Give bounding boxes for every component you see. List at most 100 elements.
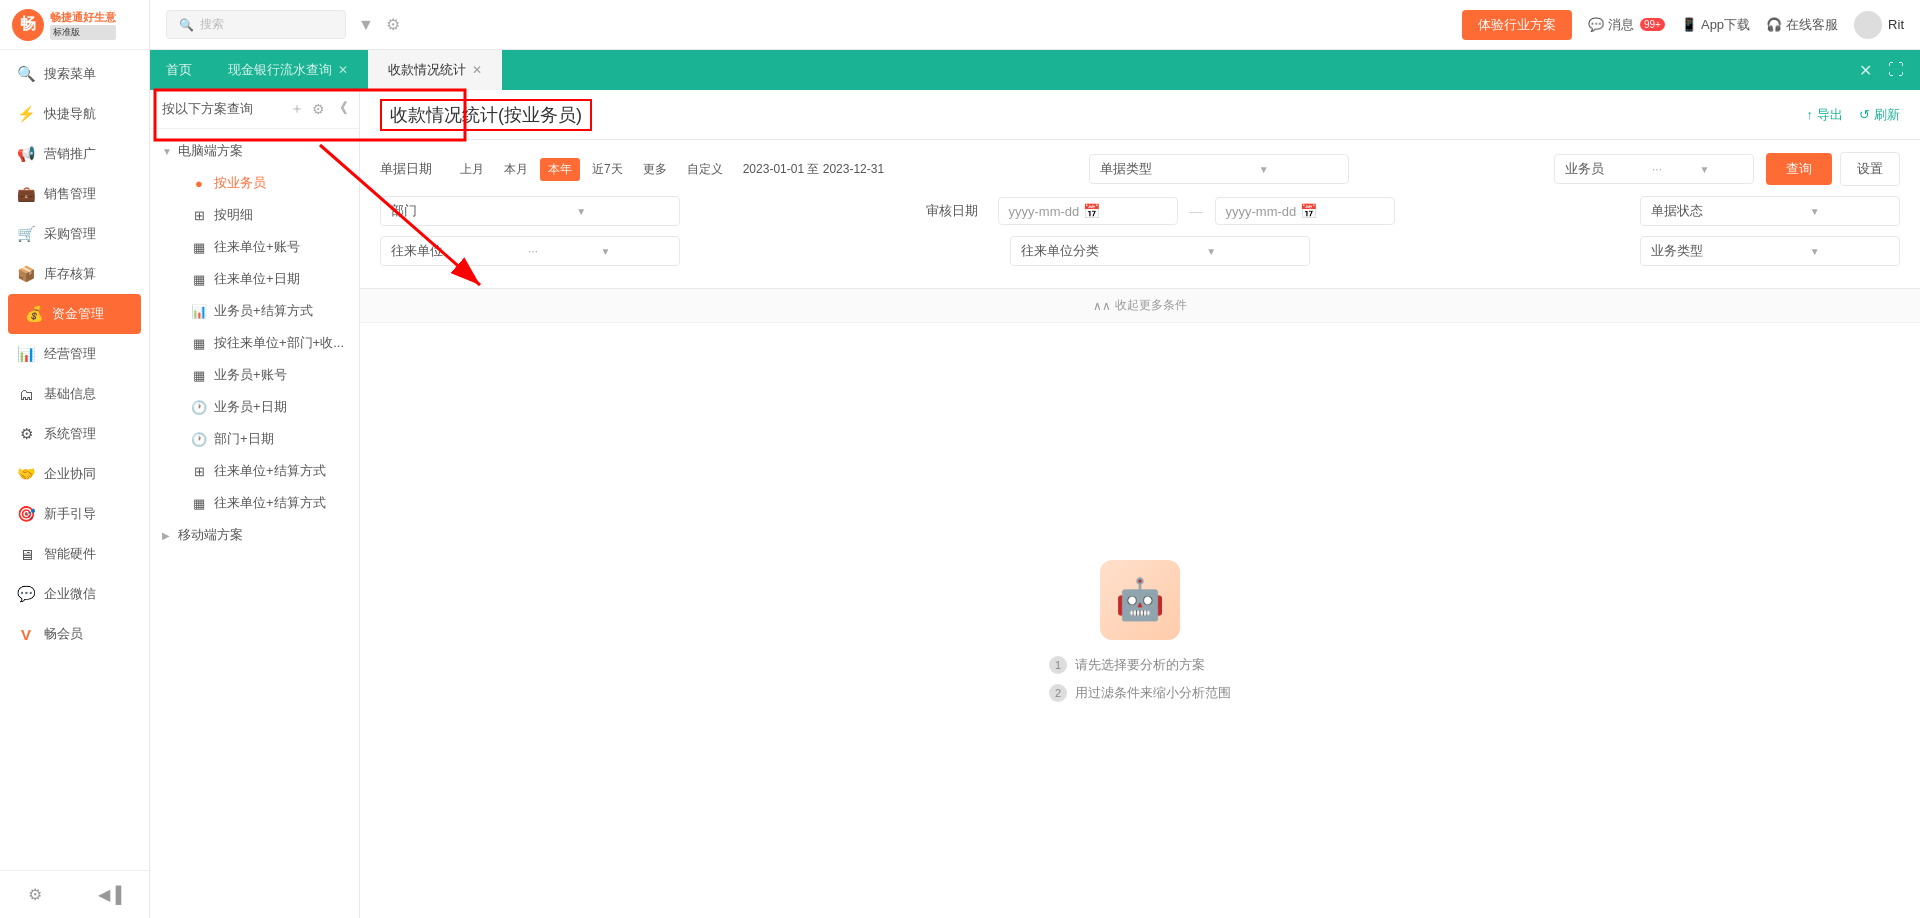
biz-type-select[interactable]: 业务类型 ▼ — [1640, 236, 1900, 266]
tabbar: 首页 现金银行流水查询 ✕ 收款情况统计 ✕ ✕ ⛶ — [150, 50, 1920, 90]
add-plan-icon[interactable]: ＋ — [290, 100, 304, 118]
app-download-btn[interactable]: 📱 App下载 — [1681, 16, 1750, 34]
service-icon: 🎧 — [1766, 17, 1782, 32]
left-panel-header: 按以下方案查询 ＋ ⚙ 《 — [150, 90, 359, 129]
date-tab-7days[interactable]: 近7天 — [584, 158, 631, 181]
tree-item-dept-date[interactable]: 🕐 部门+日期 — [178, 423, 359, 455]
tree-node-pc[interactable]: ▼ 电脑端方案 — [150, 135, 359, 167]
partner-category-arrow-icon: ▼ — [1206, 246, 1299, 257]
sidebar-item-finance[interactable]: 💰 资金管理 — [8, 294, 141, 334]
close-window-icon[interactable]: ✕ — [1859, 61, 1872, 80]
partner-arrow-icon: ▼ — [601, 246, 670, 257]
review-date-start[interactable]: yyyy-mm-dd 📅 — [998, 197, 1178, 225]
doc-type-select[interactable]: 单据类型 ▼ — [1089, 154, 1349, 184]
search-bar-icon: 🔍 — [179, 18, 194, 32]
calendar-start-icon[interactable]: 📅 — [1083, 203, 1100, 219]
sidebar-item-guide[interactable]: 🎯 新手引导 — [0, 494, 149, 534]
refresh-btn[interactable]: ↺ 刷新 — [1859, 106, 1900, 124]
gear-icon[interactable]: ⚙ — [386, 15, 400, 34]
sidebar-item-purchase[interactable]: 🛒 采购管理 — [0, 214, 149, 254]
doc-status-select[interactable]: 单据状态 ▼ — [1640, 196, 1900, 226]
filter-row-3: 往来单位 ··· ▼ 往来单位分类 ▼ 业务类型 — [380, 236, 1900, 266]
salesperson-arrow-icon: ▼ — [1700, 164, 1744, 175]
notification-icon: 💬 — [1588, 17, 1604, 32]
salesperson-icon: ● — [190, 176, 208, 191]
empty-illustration: 🤖 — [1080, 540, 1200, 640]
online-service-btn[interactable]: 🎧 在线客服 — [1766, 16, 1838, 34]
collapse-bar[interactable]: ∧∧ 收起更多条件 — [360, 289, 1920, 323]
partner-category-select[interactable]: 往来单位分类 ▼ — [1010, 236, 1310, 266]
settings-btn[interactable]: 设置 — [1840, 152, 1900, 186]
dropdown-arrow-icon[interactable]: ▼ — [358, 16, 374, 34]
robot-icon: 🤖 — [1100, 560, 1180, 640]
sidebar-item-system[interactable]: ⚙ 系统管理 — [0, 414, 149, 454]
tree-item-unit-settle2[interactable]: ▦ 往来单位+结算方式 — [178, 487, 359, 519]
dept-arrow-icon: ▼ — [576, 206, 669, 217]
tree-item-by-detail[interactable]: ⊞ 按明细 — [178, 199, 359, 231]
tabbar-right: ✕ ⛶ — [1859, 61, 1920, 80]
tree-item-unit-date[interactable]: ▦ 往来单位+日期 — [178, 263, 359, 295]
query-btn[interactable]: 查询 — [1766, 153, 1832, 185]
tab-home[interactable]: 首页 — [150, 50, 208, 90]
export-btn[interactable]: ↑ 导出 — [1807, 106, 1844, 124]
empty-state: 🤖 1 请先选择要分析的方案 2 用过滤条件来缩小分析范围 — [360, 323, 1920, 918]
sidebar-item-operations[interactable]: 📊 经营管理 — [0, 334, 149, 374]
tab-collection-close[interactable]: ✕ — [472, 63, 482, 77]
tab-bank[interactable]: 现金银行流水查询 ✕ — [208, 50, 368, 90]
sidebar-item-sales[interactable]: 💼 销售管理 — [0, 174, 149, 214]
sidebar-item-wechat[interactable]: 💬 企业微信 — [0, 574, 149, 614]
unit-dept-icon: ▦ — [190, 336, 208, 351]
doc-status-arrow-icon: ▼ — [1810, 206, 1889, 217]
trial-btn[interactable]: 体验行业方案 — [1462, 10, 1572, 40]
sidebar-item-basic[interactable]: 🗂 基础信息 — [0, 374, 149, 414]
date-tab-thisyear[interactable]: 本年 — [540, 158, 580, 181]
tree-item-sales-date[interactable]: 🕐 业务员+日期 — [178, 391, 359, 423]
sidebar: 畅 畅捷通好生意 标准版 🔍 搜索菜单 ⚡ 快捷导航 📢 营销推广 💼 销售管理… — [0, 0, 150, 918]
hint-num-1: 1 — [1049, 656, 1067, 674]
date-tab-thismonth[interactable]: 本月 — [496, 158, 536, 181]
sidebar-item-marketing[interactable]: 📢 营销推广 — [0, 134, 149, 174]
tree-item-unit-dept[interactable]: ▦ 按往来单位+部门+收... — [178, 327, 359, 359]
tab-bank-close[interactable]: ✕ — [338, 63, 348, 77]
date-tab-more[interactable]: 更多 — [635, 158, 675, 181]
sidebar-item-search[interactable]: 🔍 搜索菜单 — [0, 54, 149, 94]
search-bar[interactable]: 🔍 搜索 — [166, 10, 346, 39]
empty-hint-2: 2 用过滤条件来缩小分析范围 — [1049, 684, 1231, 702]
sidebar-item-enterprise[interactable]: 🤝 企业协同 — [0, 454, 149, 494]
settings-bottom-icon[interactable]: ⚙ — [22, 879, 48, 910]
sidebar-item-quicknav[interactable]: ⚡ 快捷导航 — [0, 94, 149, 134]
dept-select[interactable]: 部门 ▼ — [380, 196, 680, 226]
logo-area: 畅 畅捷通好生意 标准版 — [0, 0, 149, 50]
tree-item-by-salesperson[interactable]: ● 按业务员 — [178, 167, 359, 199]
biz-type-arrow-icon: ▼ — [1810, 246, 1889, 257]
sidebar-bottom: ⚙ ◀▐ — [0, 870, 149, 918]
wechat-icon: 💬 — [16, 584, 36, 604]
tree-item-sales-account[interactable]: ▦ 业务员+账号 — [178, 359, 359, 391]
calendar-end-icon[interactable]: 📅 — [1300, 203, 1317, 219]
tree-node-mobile[interactable]: ▶ 移动端方案 — [150, 519, 359, 551]
salesperson-select[interactable]: 业务员 ··· ▼ — [1554, 154, 1754, 184]
logo-icon: 畅 — [12, 9, 44, 41]
sidebar-item-inventory[interactable]: 📦 库存核算 — [0, 254, 149, 294]
maximize-icon[interactable]: ⛶ — [1888, 61, 1904, 79]
hint-num-2: 2 — [1049, 684, 1067, 702]
tree-item-unit-account[interactable]: ▦ 往来单位+账号 — [178, 231, 359, 263]
review-date-end[interactable]: yyyy-mm-dd 📅 — [1215, 197, 1395, 225]
hardware-icon: 🖥 — [16, 544, 36, 564]
tree-section: ▼ 电脑端方案 ● 按业务员 ⊞ 按明细 ▦ 往来单位+账号 — [150, 129, 359, 557]
collapse-panel-icon[interactable]: 《 — [333, 100, 347, 118]
user-area[interactable]: Rit — [1854, 11, 1904, 39]
notification-btn[interactable]: 💬 消息 99+ — [1588, 16, 1665, 34]
partner-select[interactable]: 往来单位 ··· ▼ — [380, 236, 680, 266]
inventory-icon: 📦 — [16, 264, 36, 284]
tree-item-sales-settle[interactable]: 📊 业务员+结算方式 — [178, 295, 359, 327]
collapse-icon: ∧∧ — [1093, 299, 1111, 313]
sidebar-item-hardware[interactable]: 🖥 智能硬件 — [0, 534, 149, 574]
date-tab-lastmonth[interactable]: 上月 — [452, 158, 492, 181]
settings-plan-icon[interactable]: ⚙ — [312, 101, 325, 117]
tree-item-unit-settle1[interactable]: ⊞ 往来单位+结算方式 — [178, 455, 359, 487]
collapse-sidebar-icon[interactable]: ◀▐ — [92, 879, 127, 910]
sidebar-item-member[interactable]: V 畅会员 — [0, 614, 149, 654]
tab-collection[interactable]: 收款情况统计 ✕ — [368, 50, 502, 90]
date-tab-custom[interactable]: 自定义 — [679, 158, 731, 181]
